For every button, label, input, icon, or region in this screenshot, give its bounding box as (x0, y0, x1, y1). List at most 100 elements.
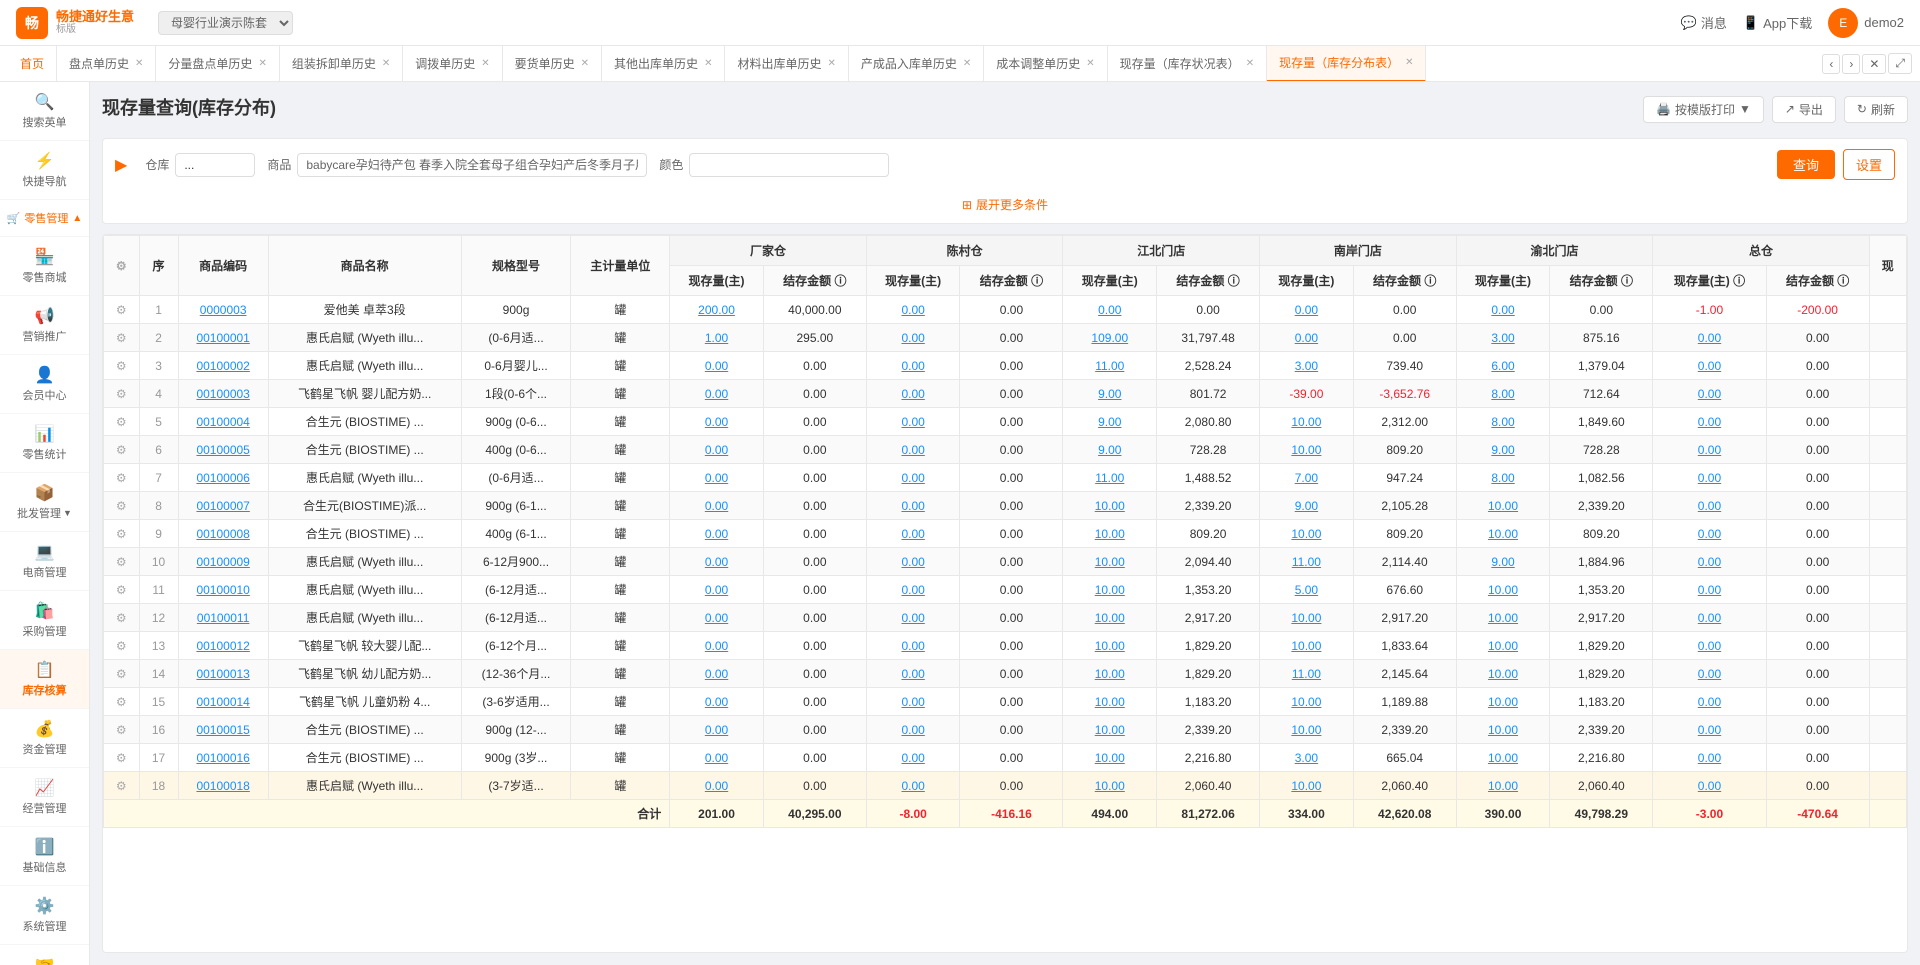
row-code[interactable]: 00100006 (178, 464, 268, 492)
row-chen-stock[interactable]: 0.00 (866, 408, 960, 436)
sidebar-item-member[interactable]: 👤 会员中心 (0, 355, 89, 414)
row-gear[interactable]: ⚙ (104, 492, 140, 520)
row-total-stock[interactable]: 0.00 (1653, 408, 1766, 436)
row-yubeibei-stock[interactable]: 9.00 (1456, 548, 1550, 576)
tab-product-in[interactable]: 产成品入库单历史 ✕ (849, 46, 984, 82)
row-code[interactable]: 00100013 (178, 660, 268, 688)
close-tab-combo-split[interactable]: ✕ (382, 58, 390, 69)
row-code[interactable]: 00100007 (178, 492, 268, 520)
row-factory-stock[interactable]: 0.00 (670, 688, 764, 716)
row-jiangbei-stock[interactable]: 0.00 (1063, 296, 1157, 324)
row-gear[interactable]: ⚙ (104, 352, 140, 380)
sidebar-item-retail-mgmt[interactable]: 🛒 零售管理 ▲ (0, 200, 89, 237)
sidebar-item-marketing[interactable]: 📢 营销推广 (0, 296, 89, 355)
row-code[interactable]: 00100001 (178, 324, 268, 352)
tab-stock-dist[interactable]: 现存量（库存分布表） ✕ (1267, 46, 1426, 82)
row-yubeibei-stock[interactable]: 10.00 (1456, 772, 1550, 800)
app-download-btn[interactable]: 📱 App下载 (1743, 13, 1812, 32)
row-jiangbei-stock[interactable]: 11.00 (1063, 352, 1157, 380)
row-chen-stock[interactable]: 0.00 (866, 632, 960, 660)
sidebar-item-wholesale[interactable]: 📦 批发管理 ▼ (0, 473, 89, 532)
close-tab-material-out[interactable]: ✕ (827, 58, 835, 69)
row-yubeibei-stock[interactable]: 10.00 (1456, 660, 1550, 688)
row-yubeibei-stock[interactable]: 8.00 (1456, 408, 1550, 436)
row-nanan-stock[interactable]: 0.00 (1260, 324, 1354, 352)
row-gear[interactable]: ⚙ (104, 408, 140, 436)
row-gear[interactable]: ⚙ (104, 688, 140, 716)
row-nanan-stock[interactable]: 10.00 (1260, 772, 1354, 800)
row-jiangbei-stock[interactable]: 10.00 (1063, 604, 1157, 632)
tab-home[interactable]: 首页 (8, 46, 57, 82)
tab-transfer[interactable]: 调拨单历史 ✕ (403, 46, 502, 82)
row-nanan-stock[interactable]: 10.00 (1260, 436, 1354, 464)
row-gear[interactable]: ⚙ (104, 772, 140, 800)
row-total-stock[interactable]: 0.00 (1653, 772, 1766, 800)
row-total-stock[interactable]: 0.00 (1653, 352, 1766, 380)
row-jiangbei-stock[interactable]: 109.00 (1063, 324, 1157, 352)
expand-conditions-btn[interactable]: ⊞ 展开更多条件 (962, 196, 1048, 213)
row-total-stock[interactable]: 0.00 (1653, 660, 1766, 688)
row-total-stock[interactable]: 0.00 (1653, 604, 1766, 632)
row-code[interactable]: 00100005 (178, 436, 268, 464)
row-chen-stock[interactable]: 0.00 (866, 772, 960, 800)
close-tab-transfer[interactable]: ✕ (481, 58, 489, 69)
row-chen-stock[interactable]: 0.00 (866, 744, 960, 772)
sidebar-item-retail-store[interactable]: 🏪 零售商城 (0, 237, 89, 296)
tabs-prev-btn[interactable]: ‹ (1822, 54, 1840, 74)
tab-stock-status[interactable]: 现存量（库存状况表） ✕ (1108, 46, 1267, 82)
row-gear[interactable]: ⚙ (104, 380, 140, 408)
row-gear[interactable]: ⚙ (104, 548, 140, 576)
row-jiangbei-stock[interactable]: 10.00 (1063, 744, 1157, 772)
row-factory-stock[interactable]: 0.00 (670, 380, 764, 408)
row-yubeibei-stock[interactable]: 0.00 (1456, 296, 1550, 324)
row-total-stock[interactable]: 0.00 (1653, 492, 1766, 520)
setting-btn[interactable]: 设置 (1843, 149, 1895, 180)
row-yubeibei-stock[interactable]: 3.00 (1456, 324, 1550, 352)
row-nanan-stock[interactable]: 11.00 (1260, 660, 1354, 688)
row-total-stock[interactable]: 0.00 (1653, 744, 1766, 772)
row-factory-stock[interactable]: 0.00 (670, 772, 764, 800)
row-chen-stock[interactable]: 0.00 (866, 352, 960, 380)
row-total-stock[interactable]: 0.00 (1653, 716, 1766, 744)
row-chen-stock[interactable]: 0.00 (866, 436, 960, 464)
row-nanan-stock[interactable]: 3.00 (1260, 352, 1354, 380)
row-chen-stock[interactable]: 0.00 (866, 492, 960, 520)
row-gear[interactable]: ⚙ (104, 324, 140, 352)
row-code[interactable]: 00100009 (178, 548, 268, 576)
sidebar-item-system[interactable]: ⚙️ 系统管理 (0, 886, 89, 945)
tab-requisition[interactable]: 要货单历史 ✕ (503, 46, 602, 82)
row-total-stock[interactable]: 0.00 (1653, 632, 1766, 660)
row-nanan-stock[interactable]: 0.00 (1260, 296, 1354, 324)
sidebar-item-shortcut[interactable]: ⚡ 快捷导航 (0, 141, 89, 200)
message-btn[interactable]: 💬 消息 (1681, 13, 1727, 32)
close-tab-requisition[interactable]: ✕ (581, 58, 589, 69)
row-total-stock[interactable]: 0.00 (1653, 324, 1766, 352)
row-yubeibei-stock[interactable]: 10.00 (1456, 688, 1550, 716)
row-chen-stock[interactable]: 0.00 (866, 380, 960, 408)
row-chen-stock[interactable]: 0.00 (866, 604, 960, 632)
row-code[interactable]: 00100018 (178, 772, 268, 800)
row-gear[interactable]: ⚙ (104, 576, 140, 604)
row-jiangbei-stock[interactable]: 10.00 (1063, 492, 1157, 520)
row-factory-stock[interactable]: 1.00 (670, 324, 764, 352)
refresh-btn[interactable]: ↻ 刷新 (1844, 96, 1908, 123)
row-code[interactable]: 00100010 (178, 576, 268, 604)
color-input[interactable] (689, 153, 889, 177)
row-total-stock[interactable]: -1.00 (1653, 296, 1766, 324)
row-factory-stock[interactable]: 0.00 (670, 632, 764, 660)
row-chen-stock[interactable]: 0.00 (866, 660, 960, 688)
row-code[interactable]: 00100002 (178, 352, 268, 380)
row-jiangbei-stock[interactable]: 10.00 (1063, 632, 1157, 660)
row-jiangbei-stock[interactable]: 10.00 (1063, 660, 1157, 688)
close-tab-cost-adj[interactable]: ✕ (1086, 58, 1094, 69)
row-chen-stock[interactable]: 0.00 (866, 576, 960, 604)
row-jiangbei-stock[interactable]: 11.00 (1063, 464, 1157, 492)
close-tab-other-out[interactable]: ✕ (704, 58, 712, 69)
tabs-close-btn[interactable]: ✕ (1862, 54, 1886, 74)
row-factory-stock[interactable]: 0.00 (670, 548, 764, 576)
row-factory-stock[interactable]: 0.00 (670, 492, 764, 520)
row-yubeibei-stock[interactable]: 10.00 (1456, 576, 1550, 604)
sidebar-item-enterprise[interactable]: 🤝 企业协同 (0, 945, 89, 965)
industry-select[interactable]: 母婴行业演示陈套 (158, 11, 293, 35)
row-factory-stock[interactable]: 0.00 (670, 436, 764, 464)
